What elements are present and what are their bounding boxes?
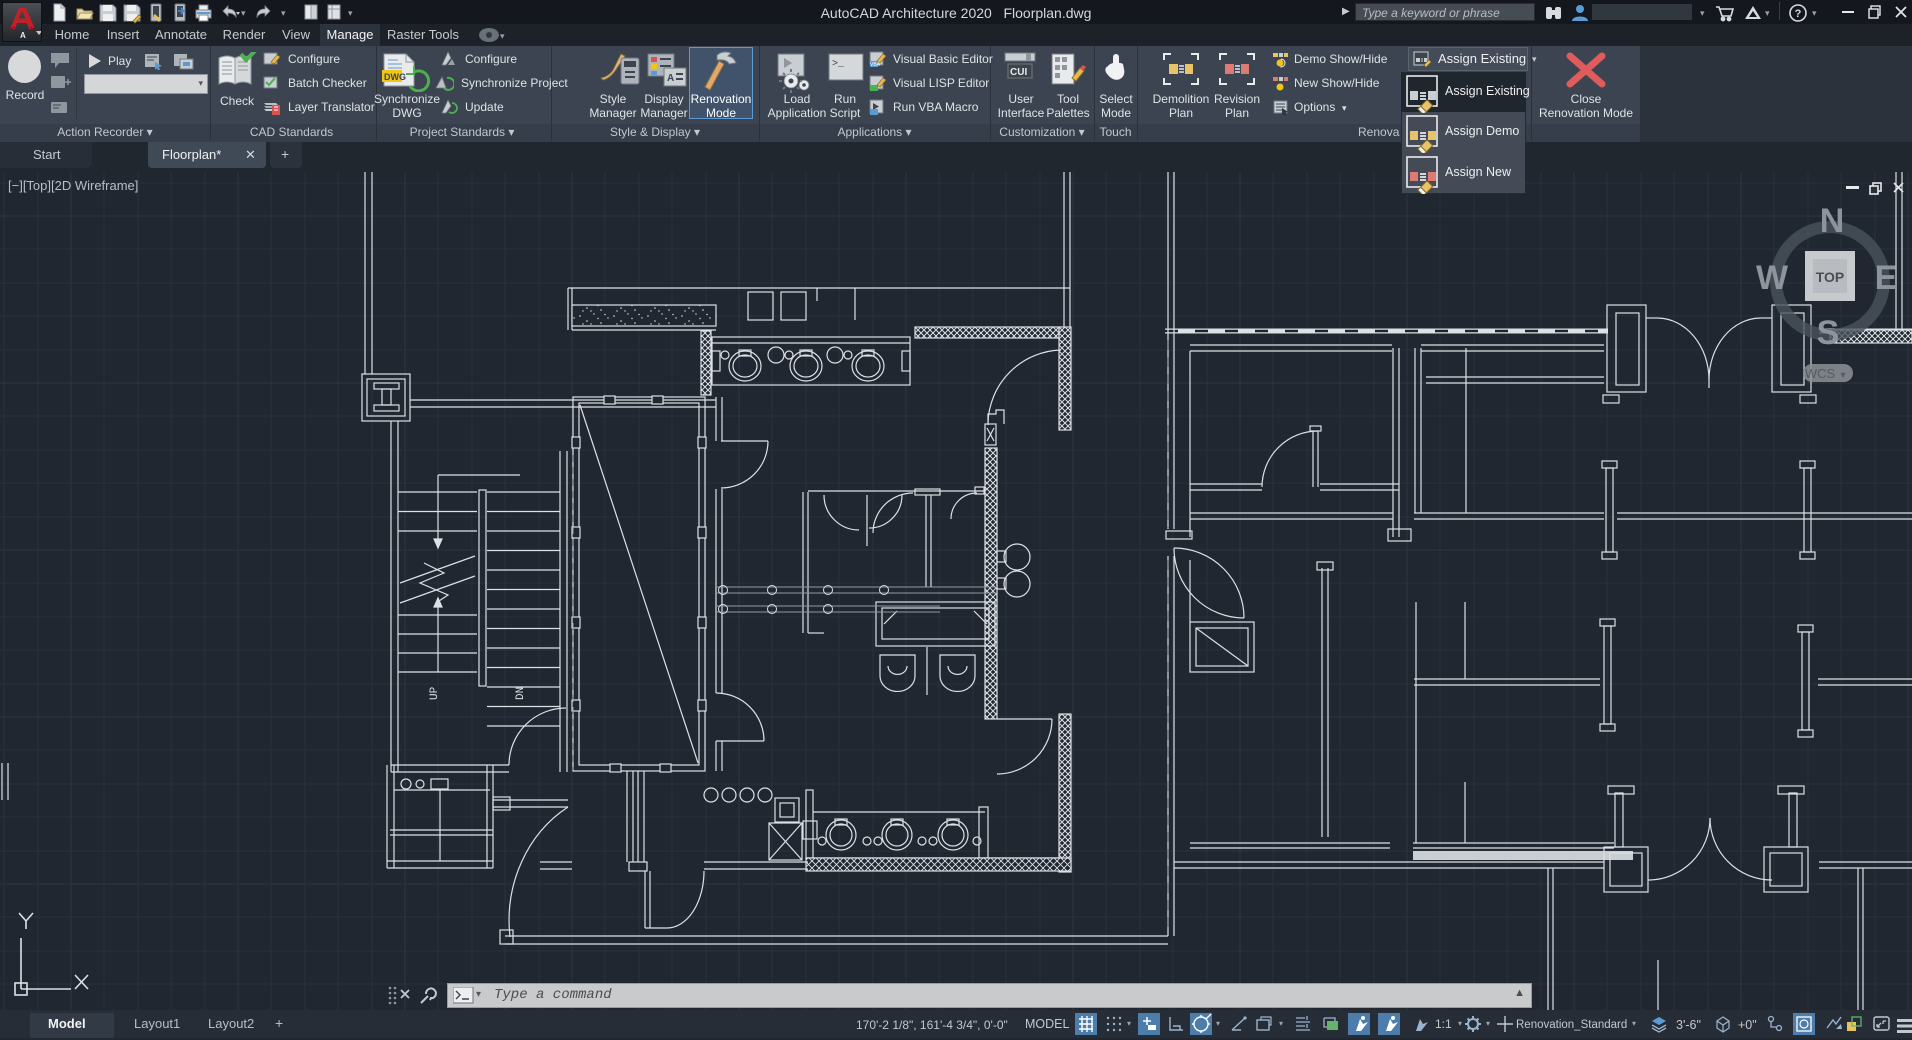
svg-text:W: W: [1756, 259, 1789, 297]
svg-text:TOP: TOP: [1816, 269, 1845, 285]
svg-text:DWG: DWG: [384, 72, 406, 82]
svg-text:S: S: [1817, 314, 1840, 352]
svg-text:[−][Top][2D Wireframe]: [−][Top][2D Wireframe]: [8, 178, 138, 193]
svg-text:>_: >_: [832, 59, 845, 70]
svg-text:A: A: [667, 73, 674, 84]
svg-text:?: ?: [1795, 8, 1802, 20]
svg-text:WCS: WCS: [1805, 366, 1836, 381]
svg-text:A: A: [20, 31, 26, 40]
svg-text:VBA: VBA: [870, 62, 881, 68]
svg-text:N: N: [1820, 202, 1845, 240]
svg-text:▾: ▾: [1840, 370, 1845, 381]
svg-text:DN: DN: [515, 687, 527, 700]
svg-text:E: E: [1875, 259, 1898, 297]
svg-text:UP: UP: [429, 686, 441, 700]
svg-text:▾: ▾: [500, 31, 505, 41]
svg-text:CUI: CUI: [1010, 67, 1027, 78]
